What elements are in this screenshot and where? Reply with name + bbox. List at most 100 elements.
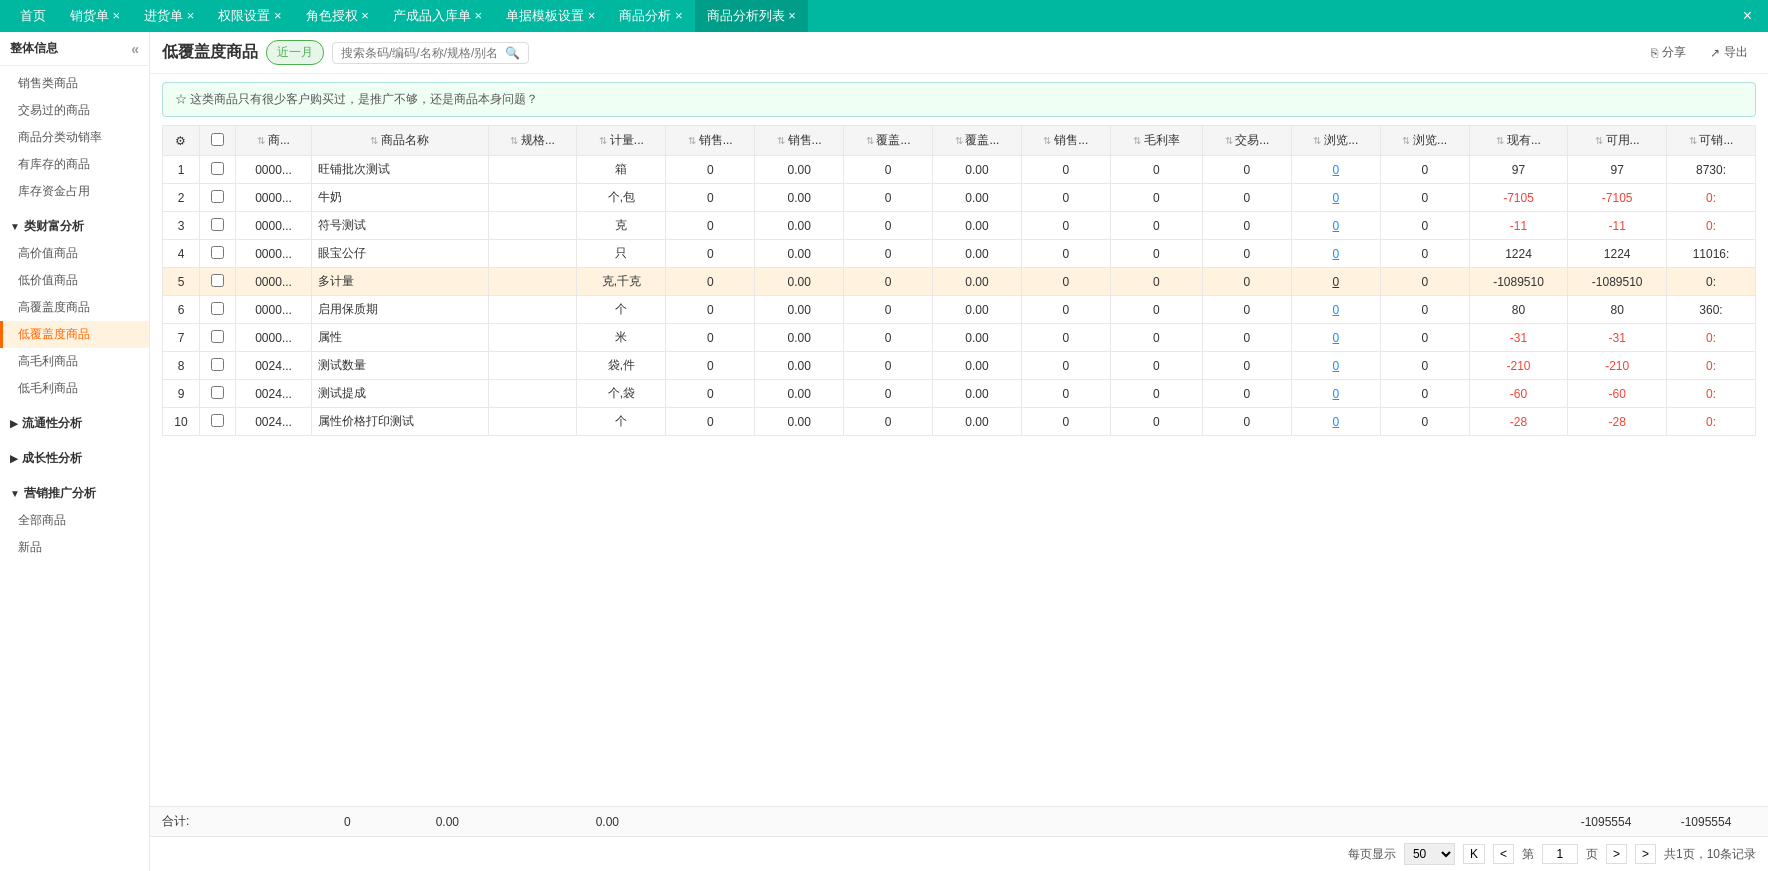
col-name[interactable]: 商品名称 bbox=[311, 126, 488, 156]
row-browse1[interactable]: 0 bbox=[1291, 212, 1380, 240]
col-browse1[interactable]: 浏览... bbox=[1291, 126, 1380, 156]
col-sales-amt[interactable]: 销售... bbox=[755, 126, 844, 156]
sidebar-section-marketing-title[interactable]: ▼ 营销推广分析 bbox=[0, 480, 149, 507]
sidebar-section-growth-title[interactable]: ▶ 成长性分析 bbox=[0, 445, 149, 472]
sidebar-item-traded-goods[interactable]: 交易过的商品 bbox=[0, 97, 149, 124]
row-select-checkbox[interactable] bbox=[211, 414, 224, 427]
col-gross[interactable]: 毛利率 bbox=[1110, 126, 1202, 156]
nav-analysis-list[interactable]: 商品分析列表 × bbox=[695, 0, 808, 32]
row-unit: 个,包 bbox=[577, 184, 666, 212]
sidebar-item-low-value[interactable]: 低价值商品 bbox=[0, 267, 149, 294]
sidebar-item-high-margin[interactable]: 高毛利商品 bbox=[0, 348, 149, 375]
nav-template[interactable]: 单据模板设置 × bbox=[494, 0, 607, 32]
row-browse1[interactable]: 0 bbox=[1291, 380, 1380, 408]
col-trade[interactable]: 交易... bbox=[1203, 126, 1292, 156]
row-spec bbox=[488, 240, 577, 268]
row-name: 启用保质期 bbox=[311, 296, 488, 324]
row-browse1[interactable]: 0 bbox=[1291, 296, 1380, 324]
row-checkbox[interactable] bbox=[199, 380, 235, 408]
page-size-label: 每页显示 bbox=[1348, 846, 1396, 863]
row-checkbox[interactable] bbox=[199, 156, 235, 184]
row-browse1[interactable]: 0 bbox=[1291, 268, 1380, 296]
row-checkbox[interactable] bbox=[199, 184, 235, 212]
row-select-checkbox[interactable] bbox=[211, 162, 224, 175]
col-spec[interactable]: 规格... bbox=[488, 126, 577, 156]
col-current[interactable]: 现有... bbox=[1469, 126, 1568, 156]
col-sales2[interactable]: 销售... bbox=[1021, 126, 1110, 156]
col-code[interactable]: 商... bbox=[236, 126, 312, 156]
export-button[interactable]: ↗ 导出 bbox=[1702, 40, 1756, 65]
page-size-select[interactable]: 50 20 100 bbox=[1404, 843, 1455, 865]
sidebar-item-stocked-goods[interactable]: 有库存的商品 bbox=[0, 151, 149, 178]
row-select-checkbox[interactable] bbox=[211, 330, 224, 343]
row-browse1[interactable]: 0 bbox=[1291, 240, 1380, 268]
row-select-checkbox[interactable] bbox=[211, 358, 224, 371]
col-settings[interactable]: ⚙ bbox=[163, 126, 200, 156]
search-icon[interactable]: 🔍 bbox=[505, 46, 520, 60]
row-num: 6 bbox=[163, 296, 200, 324]
row-available: -210 bbox=[1568, 352, 1667, 380]
sidebar-item-low-margin[interactable]: 低毛利商品 bbox=[0, 375, 149, 402]
row-select-checkbox[interactable] bbox=[211, 274, 224, 287]
row-select-checkbox[interactable] bbox=[211, 218, 224, 231]
sidebar-section-wealth-title[interactable]: ▼ 类财富分析 bbox=[0, 213, 149, 240]
row-checkbox[interactable] bbox=[199, 240, 235, 268]
sidebar-item-new-goods[interactable]: 新品 bbox=[0, 534, 149, 561]
row-select-checkbox[interactable] bbox=[211, 302, 224, 315]
share-button[interactable]: ⎘ 分享 bbox=[1643, 40, 1694, 65]
sidebar-item-inventory-capital[interactable]: 库存资金占用 bbox=[0, 178, 149, 205]
nav-permission[interactable]: 权限设置 × bbox=[206, 0, 293, 32]
nav-role[interactable]: 角色授权 × bbox=[294, 0, 381, 32]
col-sellable[interactable]: 可销... bbox=[1667, 126, 1756, 156]
page-input[interactable] bbox=[1542, 844, 1578, 864]
row-select-checkbox[interactable] bbox=[211, 190, 224, 203]
row-checkbox[interactable] bbox=[199, 352, 235, 380]
row-browse1[interactable]: 0 bbox=[1291, 408, 1380, 436]
row-available: -11 bbox=[1568, 212, 1667, 240]
row-browse1[interactable]: 0 bbox=[1291, 156, 1380, 184]
col-available[interactable]: 可用... bbox=[1568, 126, 1667, 156]
select-all-checkbox[interactable] bbox=[211, 133, 224, 146]
col-cover2[interactable]: 覆盖... bbox=[933, 126, 1022, 156]
last-page-button[interactable]: > bbox=[1635, 844, 1656, 864]
nav-sales[interactable]: 销货单 × bbox=[58, 0, 132, 32]
nav-home[interactable]: 首页 bbox=[8, 0, 58, 32]
filter-recent-month[interactable]: 近一月 bbox=[266, 40, 324, 65]
col-sales-qty[interactable]: 销售... bbox=[666, 126, 755, 156]
close-all-button[interactable]: × bbox=[1735, 7, 1760, 25]
nav-purchase[interactable]: 进货单 × bbox=[132, 0, 206, 32]
sidebar-item-all-goods[interactable]: 全部商品 bbox=[0, 507, 149, 534]
row-cover2: 0.00 bbox=[933, 184, 1022, 212]
data-table: ⚙ 商... 商品名称 规格... 计量... 销售... 销售... 覆盖..… bbox=[162, 125, 1756, 436]
row-select-checkbox[interactable] bbox=[211, 386, 224, 399]
sidebar-collapse-icon[interactable]: « bbox=[131, 41, 139, 57]
search-input[interactable] bbox=[341, 46, 501, 60]
row-sales2: 0 bbox=[1021, 324, 1110, 352]
row-browse1[interactable]: 0 bbox=[1291, 352, 1380, 380]
nav-analysis[interactable]: 商品分析 × bbox=[607, 0, 694, 32]
sidebar-item-sales-goods[interactable]: 销售类商品 bbox=[0, 70, 149, 97]
row-checkbox[interactable] bbox=[199, 324, 235, 352]
first-page-button[interactable]: K bbox=[1463, 844, 1485, 864]
row-browse1[interactable]: 0 bbox=[1291, 184, 1380, 212]
row-checkbox[interactable] bbox=[199, 408, 235, 436]
sidebar-section-liquidity-title[interactable]: ▶ 流通性分析 bbox=[0, 410, 149, 437]
next-page-button[interactable]: > bbox=[1606, 844, 1627, 864]
nav-warehouse[interactable]: 产成品入库单 × bbox=[381, 0, 494, 32]
col-unit[interactable]: 计量... bbox=[577, 126, 666, 156]
row-cover1: 0 bbox=[844, 240, 933, 268]
sidebar-item-high-coverage[interactable]: 高覆盖度商品 bbox=[0, 294, 149, 321]
sidebar-item-high-value[interactable]: 高价值商品 bbox=[0, 240, 149, 267]
col-checkbox[interactable] bbox=[199, 126, 235, 156]
row-checkbox[interactable] bbox=[199, 268, 235, 296]
sidebar-item-low-coverage[interactable]: 低覆盖度商品 bbox=[0, 321, 149, 348]
row-browse1[interactable]: 0 bbox=[1291, 324, 1380, 352]
row-select-checkbox[interactable] bbox=[211, 246, 224, 259]
row-num: 7 bbox=[163, 324, 200, 352]
row-checkbox[interactable] bbox=[199, 212, 235, 240]
col-cover1[interactable]: 覆盖... bbox=[844, 126, 933, 156]
prev-page-button[interactable]: < bbox=[1493, 844, 1514, 864]
row-checkbox[interactable] bbox=[199, 296, 235, 324]
col-browse2[interactable]: 浏览... bbox=[1380, 126, 1469, 156]
sidebar-item-category-rate[interactable]: 商品分类动销率 bbox=[0, 124, 149, 151]
